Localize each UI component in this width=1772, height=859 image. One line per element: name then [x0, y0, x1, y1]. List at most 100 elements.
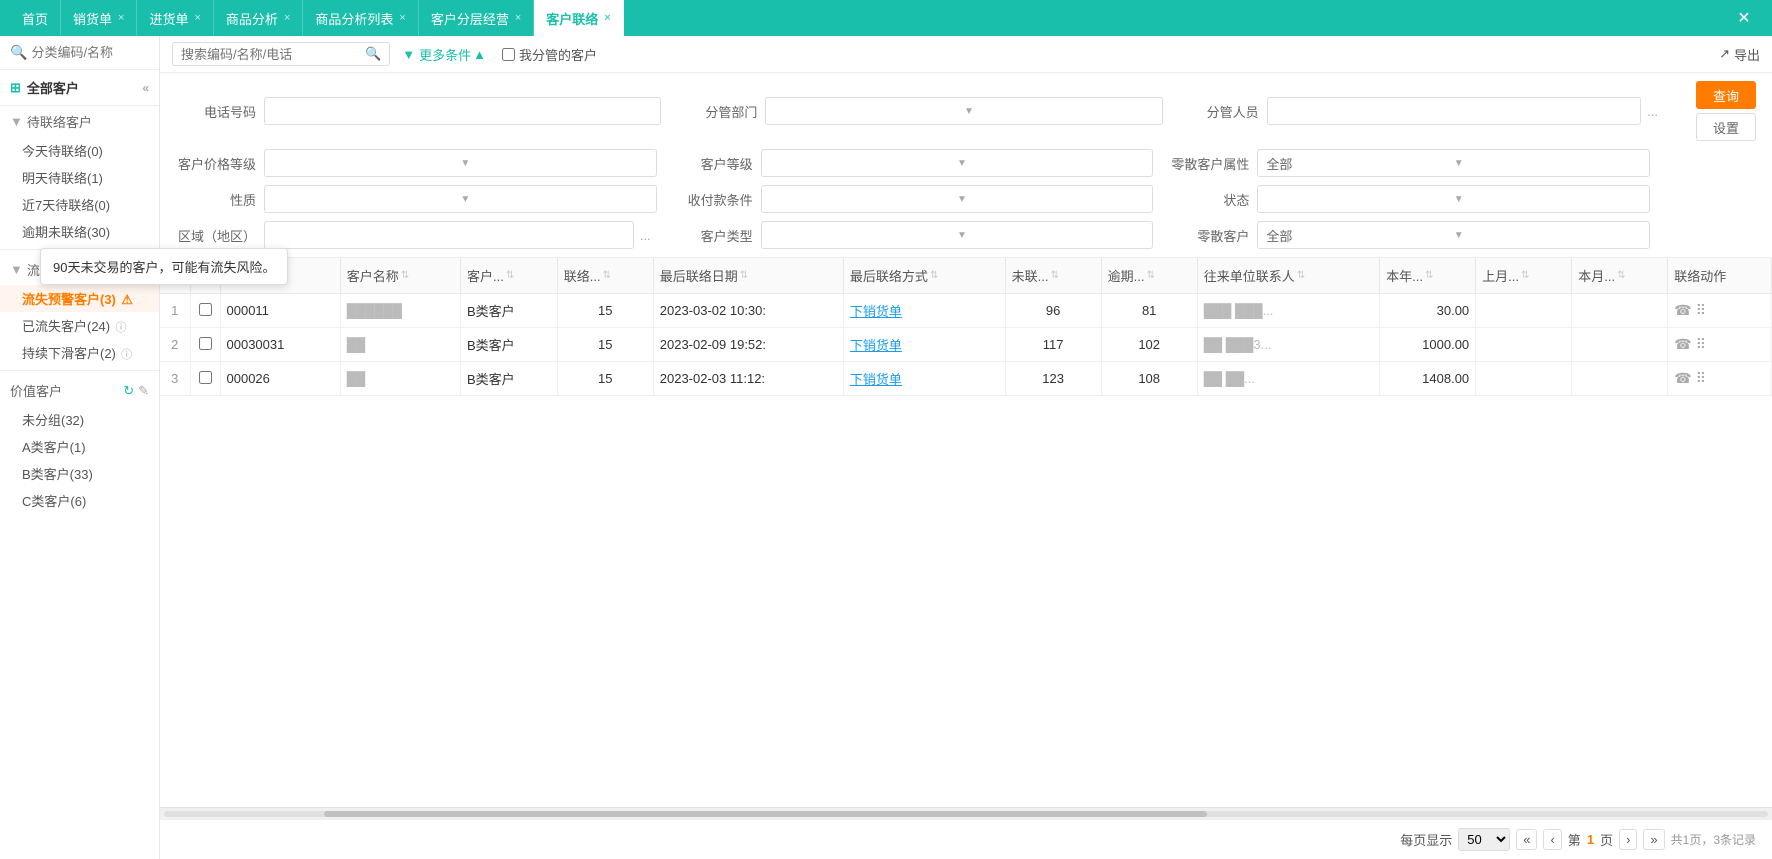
my-customers-check[interactable]: [502, 48, 515, 61]
filter-manager-dots[interactable]: ...: [1641, 104, 1664, 119]
last-page-button[interactable]: »: [1643, 829, 1664, 850]
sidebar-item-overdue-contact[interactable]: 逾期未联络(30): [0, 218, 159, 245]
filter-phone-input[interactable]: [264, 97, 661, 125]
action-more-icon[interactable]: ⠿: [1696, 370, 1706, 387]
nav-analysis[interactable]: 商品分析 ×: [214, 0, 303, 36]
sidebar-pending-group[interactable]: ▼ 待联络客户: [0, 106, 159, 137]
sort-lmonth-icon[interactable]: ⇅: [1521, 270, 1529, 281]
settings-button[interactable]: 设置: [1696, 113, 1756, 141]
cell-checkbox[interactable]: [190, 294, 220, 328]
filter-region-select[interactable]: [264, 221, 634, 249]
filter-retail-customer-select[interactable]: 全部 ▼: [1257, 221, 1650, 249]
cell-last-method[interactable]: 下销货单: [843, 362, 1005, 396]
cell-contact-person: ███ ███...: [1197, 294, 1379, 328]
nav-customer-tier[interactable]: 客户分层经营 ×: [419, 0, 534, 36]
nav-sales[interactable]: 销货单 ×: [61, 0, 137, 36]
sidebar-item-tomorrow-contact[interactable]: 明天待联络(1): [0, 164, 159, 191]
search-box: 🔍: [172, 42, 390, 66]
search-button[interactable]: 🔍: [365, 46, 381, 62]
filter-customer-grade-select[interactable]: ▼: [761, 149, 1154, 177]
scroll-track[interactable]: [164, 811, 1768, 817]
action-more-icon[interactable]: ⠿: [1696, 302, 1706, 319]
sort-contact-icon[interactable]: ⇅: [603, 270, 611, 281]
sidebar-search-input[interactable]: [31, 45, 149, 60]
filter-customer-type-select[interactable]: ▼: [761, 221, 1154, 249]
filter-retail-attr-select[interactable]: 全部 ▼: [1257, 149, 1650, 177]
filter-payment-select[interactable]: ▼: [761, 185, 1154, 213]
filter-action-buttons: 查询 设置: [1680, 81, 1756, 141]
window-close-button[interactable]: ✕: [1726, 0, 1762, 36]
cell-last-method[interactable]: 下销货单: [843, 294, 1005, 328]
sort-name-icon[interactable]: ⇅: [401, 270, 409, 281]
action-phone-icon[interactable]: ☎: [1674, 302, 1691, 319]
nav-purchase[interactable]: 进货单 ×: [137, 0, 213, 36]
sort-type-icon[interactable]: ⇅: [506, 270, 514, 281]
sort-person-icon[interactable]: ⇅: [1297, 270, 1305, 281]
sidebar-item-loss-warning[interactable]: 流失预警客户(3) ⚠: [0, 285, 159, 312]
export-button[interactable]: ↗ 导出: [1719, 45, 1760, 64]
sidebar-item-declining[interactable]: 持续下滑客户(2) ⓘ: [0, 339, 159, 366]
action-phone-icon[interactable]: ☎: [1674, 370, 1691, 387]
filter-price-grade-select[interactable]: ▼: [264, 149, 657, 177]
sort-uncontacted-icon[interactable]: ⇅: [1050, 270, 1058, 281]
row-checkbox[interactable]: [199, 371, 212, 384]
filter-phone: 电话号码: [176, 97, 661, 125]
nav-analysis-list[interactable]: 商品分析列表 ×: [303, 0, 418, 36]
sidebar-item-class-c[interactable]: C类客户(6): [0, 487, 159, 514]
filter-status-select[interactable]: ▼: [1257, 185, 1650, 213]
th-name: 客户名称 ⇅: [340, 258, 460, 294]
row-checkbox[interactable]: [199, 337, 212, 350]
nav-customer-contact-close[interactable]: ×: [604, 12, 610, 24]
cell-checkbox[interactable]: [190, 328, 220, 362]
refresh-icon[interactable]: ↻: [123, 383, 134, 399]
sidebar-item-class-a[interactable]: A类客户(1): [0, 433, 159, 460]
prev-page-button[interactable]: ‹: [1543, 829, 1561, 850]
my-customers-checkbox[interactable]: 我分管的客户: [502, 45, 597, 64]
sidebar-all-customers[interactable]: ⊞ 全部客户 «: [0, 70, 159, 106]
scroll-thumb[interactable]: [324, 811, 1206, 817]
next-page-button[interactable]: ›: [1619, 829, 1637, 850]
filter-dept-select[interactable]: ▼: [765, 97, 1162, 125]
sidebar-item-ungrouped[interactable]: 未分组(32): [0, 406, 159, 433]
per-page-select[interactable]: 50 20 100: [1458, 828, 1510, 851]
query-button[interactable]: 查询: [1696, 81, 1756, 109]
sidebar-collapse-btn[interactable]: «: [142, 81, 149, 95]
cell-action: ☎ ⠿: [1668, 362, 1772, 396]
nav-sales-close[interactable]: ×: [118, 12, 124, 24]
sidebar-item-already-lost[interactable]: 已流失客户(24) ⓘ: [0, 312, 159, 339]
nav-customer-contact[interactable]: 客户联络 ×: [534, 0, 623, 36]
cell-last-date: 2023-02-03 11:12:: [653, 362, 843, 396]
last-method-link[interactable]: 下销货单: [850, 372, 902, 387]
th-this-year: 本年... ⇅: [1380, 258, 1476, 294]
last-method-link[interactable]: 下销货单: [850, 304, 902, 319]
nav-analysis-close[interactable]: ×: [284, 12, 290, 24]
row-checkbox[interactable]: [199, 303, 212, 316]
horizontal-scrollbar[interactable]: [160, 807, 1772, 819]
nav-purchase-close[interactable]: ×: [194, 12, 200, 24]
cell-last-method[interactable]: 下销货单: [843, 328, 1005, 362]
filter-region-dots[interactable]: ...: [634, 228, 657, 243]
sort-method-icon[interactable]: ⇅: [930, 270, 938, 281]
cell-checkbox[interactable]: [190, 362, 220, 396]
sort-year-icon[interactable]: ⇅: [1425, 270, 1433, 281]
nav-customer-tier-close[interactable]: ×: [515, 12, 521, 24]
nav-home[interactable]: 首页: [10, 0, 61, 36]
edit-icon[interactable]: ✎: [138, 383, 149, 399]
sort-month-icon[interactable]: ⇅: [1617, 270, 1625, 281]
sort-date-icon[interactable]: ⇅: [740, 270, 748, 281]
filter-nature-select[interactable]: ▼: [264, 185, 657, 213]
filter-customer-type: 客户类型 ▼: [673, 221, 1154, 249]
action-more-icon[interactable]: ⠿: [1696, 336, 1706, 353]
nav-analysis-list-close[interactable]: ×: [399, 12, 405, 24]
sidebar-item-7day-contact[interactable]: 近7天待联络(0): [0, 191, 159, 218]
sidebar-item-today-contact[interactable]: 今天待联络(0): [0, 137, 159, 164]
first-page-button[interactable]: «: [1516, 829, 1537, 850]
more-conditions-btn[interactable]: ▼ 更多条件 ▲: [402, 45, 486, 64]
sort-overdue-icon[interactable]: ⇅: [1147, 270, 1155, 281]
sidebar-item-class-b[interactable]: B类客户(33): [0, 460, 159, 487]
filter-price-grade-label: 客户价格等级: [176, 154, 256, 173]
search-input[interactable]: [181, 47, 361, 62]
last-method-link[interactable]: 下销货单: [850, 338, 902, 353]
action-phone-icon[interactable]: ☎: [1674, 336, 1691, 353]
filter-manager-select[interactable]: [1267, 97, 1641, 125]
